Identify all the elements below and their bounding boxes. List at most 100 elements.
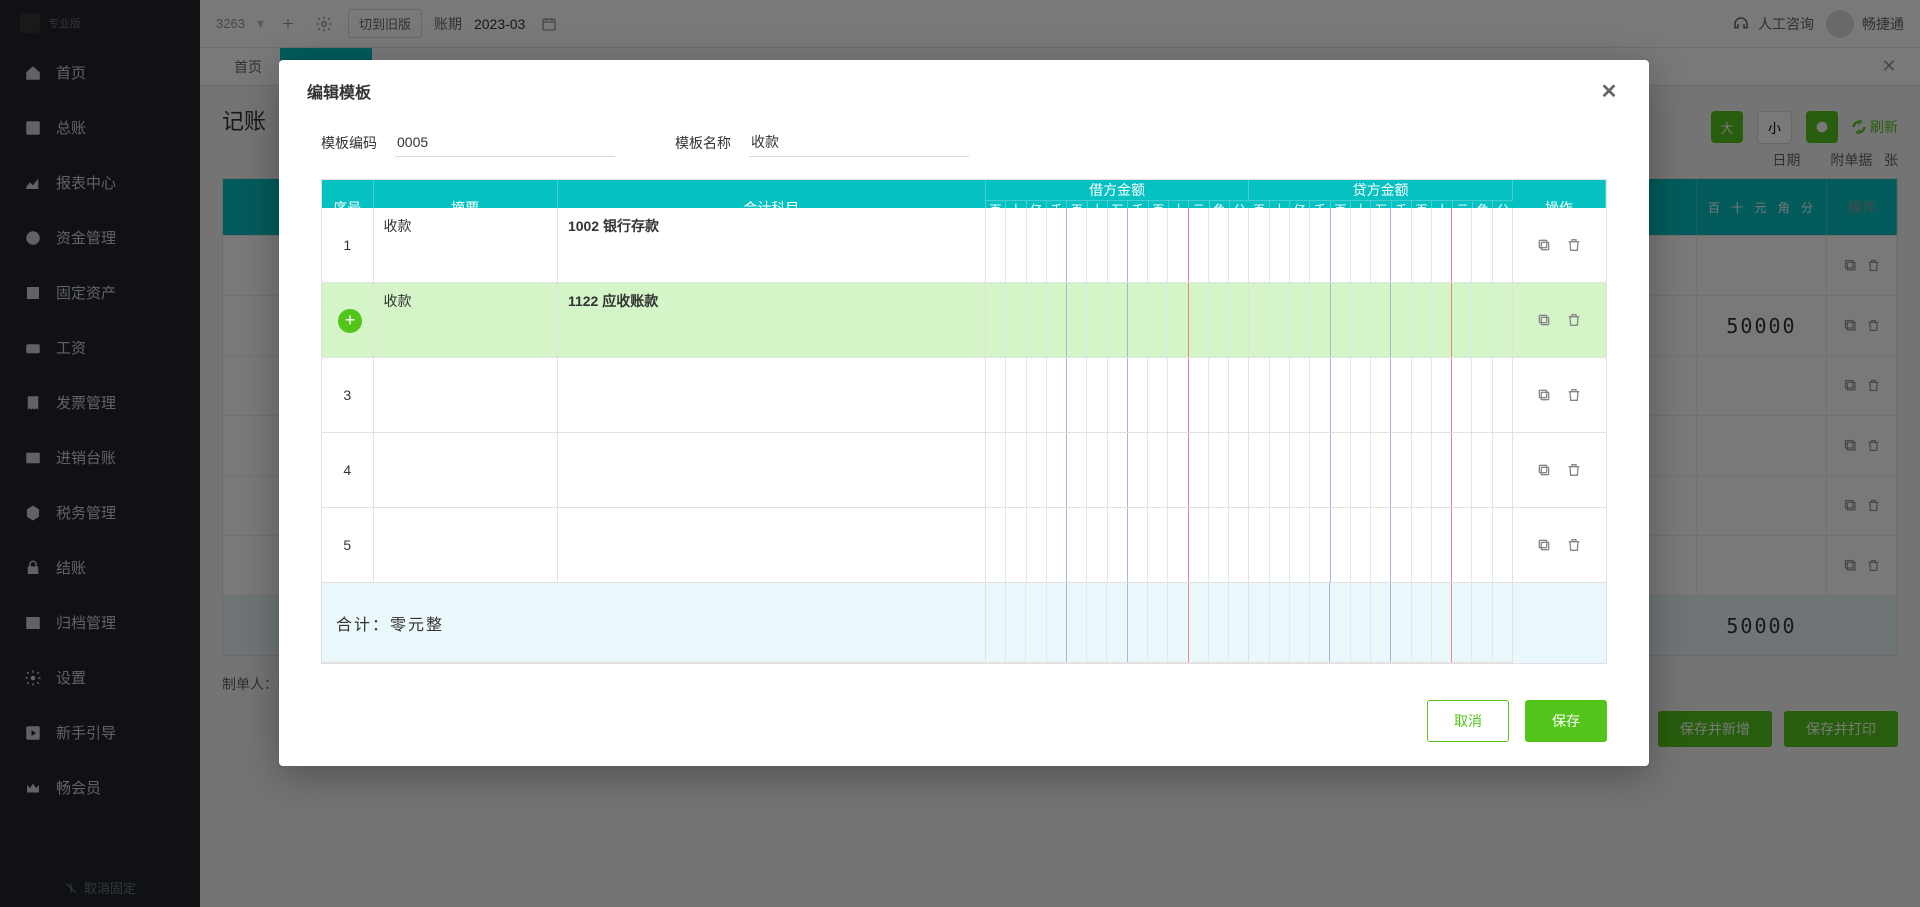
amount-digit-cell[interactable] xyxy=(1209,208,1229,282)
amount-digit-cell[interactable] xyxy=(1087,433,1107,507)
amount-digit-cell[interactable] xyxy=(1371,583,1391,662)
row-credit[interactable] xyxy=(1249,508,1512,583)
amount-digit-cell[interactable] xyxy=(1229,208,1249,282)
row-debit[interactable] xyxy=(986,283,1249,358)
amount-digit-cell[interactable] xyxy=(1412,283,1432,357)
row-debit[interactable] xyxy=(986,433,1249,508)
amount-digit-cell[interactable] xyxy=(1189,358,1209,432)
amount-digit-cell[interactable] xyxy=(1148,508,1168,582)
amount-digit-cell[interactable] xyxy=(1087,208,1107,282)
amount-digit-cell[interactable] xyxy=(1412,583,1432,662)
row-subject[interactable] xyxy=(558,433,986,508)
cancel-button[interactable]: 取消 xyxy=(1427,700,1509,742)
amount-digit-cell[interactable] xyxy=(1189,208,1209,282)
template-row[interactable]: 1收款1002 银行存款 xyxy=(322,208,1606,283)
amount-digit-cell[interactable] xyxy=(1310,283,1330,357)
row-summary[interactable] xyxy=(374,358,558,433)
amount-digit-cell[interactable] xyxy=(1310,508,1330,582)
amount-digit-cell[interactable] xyxy=(1432,583,1452,662)
amount-digit-cell[interactable] xyxy=(1472,283,1492,357)
amount-digit-cell[interactable] xyxy=(1412,358,1432,432)
amount-digit-cell[interactable] xyxy=(1027,358,1047,432)
amount-digit-cell[interactable] xyxy=(1432,358,1452,432)
amount-digit-cell[interactable] xyxy=(1087,508,1107,582)
amount-digit-cell[interactable] xyxy=(1249,583,1269,662)
amount-digit-cell[interactable] xyxy=(1209,358,1229,432)
amount-digit-cell[interactable] xyxy=(1168,433,1188,507)
amount-digit-cell[interactable] xyxy=(1310,358,1330,432)
amount-digit-cell[interactable] xyxy=(986,433,1006,507)
amount-digit-cell[interactable] xyxy=(1189,508,1209,582)
amount-digit-cell[interactable] xyxy=(1472,358,1492,432)
amount-digit-cell[interactable] xyxy=(1290,508,1310,582)
delete-icon[interactable] xyxy=(1566,237,1582,253)
amount-digit-cell[interactable] xyxy=(1108,433,1128,507)
amount-digit-cell[interactable] xyxy=(1107,583,1127,662)
amount-digit-cell[interactable] xyxy=(1452,433,1472,507)
amount-digit-cell[interactable] xyxy=(1209,433,1229,507)
amount-digit-cell[interactable] xyxy=(1148,358,1168,432)
amount-digit-cell[interactable] xyxy=(1249,508,1269,582)
amount-digit-cell[interactable] xyxy=(1472,583,1492,662)
row-summary[interactable]: 收款 xyxy=(374,283,558,358)
modal-close-button[interactable]: ✕ xyxy=(1597,79,1621,103)
amount-digit-cell[interactable] xyxy=(1310,583,1330,662)
amount-digit-cell[interactable] xyxy=(1249,283,1269,357)
amount-digit-cell[interactable] xyxy=(986,283,1006,357)
amount-digit-cell[interactable] xyxy=(1412,508,1432,582)
amount-digit-cell[interactable] xyxy=(1168,208,1188,282)
amount-digit-cell[interactable] xyxy=(1067,208,1087,282)
amount-digit-cell[interactable] xyxy=(1290,283,1310,357)
amount-digit-cell[interactable] xyxy=(1432,208,1452,282)
amount-digit-cell[interactable] xyxy=(1229,283,1249,357)
template-code-input[interactable] xyxy=(395,128,615,157)
row-subject[interactable] xyxy=(558,358,986,433)
amount-digit-cell[interactable] xyxy=(1472,433,1492,507)
template-name-input[interactable] xyxy=(749,128,969,157)
amount-digit-cell[interactable] xyxy=(1290,358,1310,432)
amount-digit-cell[interactable] xyxy=(1189,433,1209,507)
amount-digit-cell[interactable] xyxy=(1452,508,1472,582)
template-row[interactable]: 4 xyxy=(322,433,1606,508)
row-subject[interactable]: 1002 银行存款 xyxy=(558,208,986,283)
amount-digit-cell[interactable] xyxy=(1027,433,1047,507)
amount-digit-cell[interactable] xyxy=(1006,433,1026,507)
amount-digit-cell[interactable] xyxy=(1209,583,1229,662)
amount-digit-cell[interactable] xyxy=(1087,283,1107,357)
amount-digit-cell[interactable] xyxy=(1067,283,1087,357)
amount-digit-cell[interactable] xyxy=(1168,508,1188,582)
save-button[interactable]: 保存 xyxy=(1525,700,1607,742)
amount-digit-cell[interactable] xyxy=(1229,433,1249,507)
amount-digit-cell[interactable] xyxy=(1412,208,1432,282)
amount-digit-cell[interactable] xyxy=(1391,208,1411,282)
amount-digit-cell[interactable] xyxy=(1148,208,1168,282)
amount-digit-cell[interactable] xyxy=(1371,358,1391,432)
amount-digit-cell[interactable] xyxy=(1249,358,1269,432)
amount-digit-cell[interactable] xyxy=(1229,508,1249,582)
amount-digit-cell[interactable] xyxy=(1047,433,1067,507)
add-row-button[interactable]: + xyxy=(338,309,362,333)
amount-digit-cell[interactable] xyxy=(1229,583,1249,662)
row-subject[interactable] xyxy=(558,508,986,583)
amount-digit-cell[interactable] xyxy=(1290,433,1310,507)
amount-digit-cell[interactable] xyxy=(1391,433,1411,507)
amount-digit-cell[interactable] xyxy=(1168,583,1188,662)
delete-icon[interactable] xyxy=(1566,537,1582,553)
amount-digit-cell[interactable] xyxy=(1493,583,1513,662)
amount-digit-cell[interactable] xyxy=(1189,283,1209,357)
copy-icon[interactable] xyxy=(1536,237,1552,253)
amount-digit-cell[interactable] xyxy=(1006,208,1026,282)
amount-digit-cell[interactable] xyxy=(1270,208,1290,282)
amount-digit-cell[interactable] xyxy=(1087,358,1107,432)
amount-digit-cell[interactable] xyxy=(1209,283,1229,357)
amount-digit-cell[interactable] xyxy=(1452,208,1472,282)
template-row[interactable]: 5 xyxy=(322,508,1606,583)
amount-digit-cell[interactable] xyxy=(1148,283,1168,357)
amount-digit-cell[interactable] xyxy=(1472,208,1492,282)
delete-icon[interactable] xyxy=(1566,462,1582,478)
amount-digit-cell[interactable] xyxy=(1391,508,1411,582)
amount-digit-cell[interactable] xyxy=(1270,358,1290,432)
amount-digit-cell[interactable] xyxy=(1006,583,1026,662)
amount-digit-cell[interactable] xyxy=(1493,433,1513,507)
row-summary[interactable] xyxy=(374,433,558,508)
